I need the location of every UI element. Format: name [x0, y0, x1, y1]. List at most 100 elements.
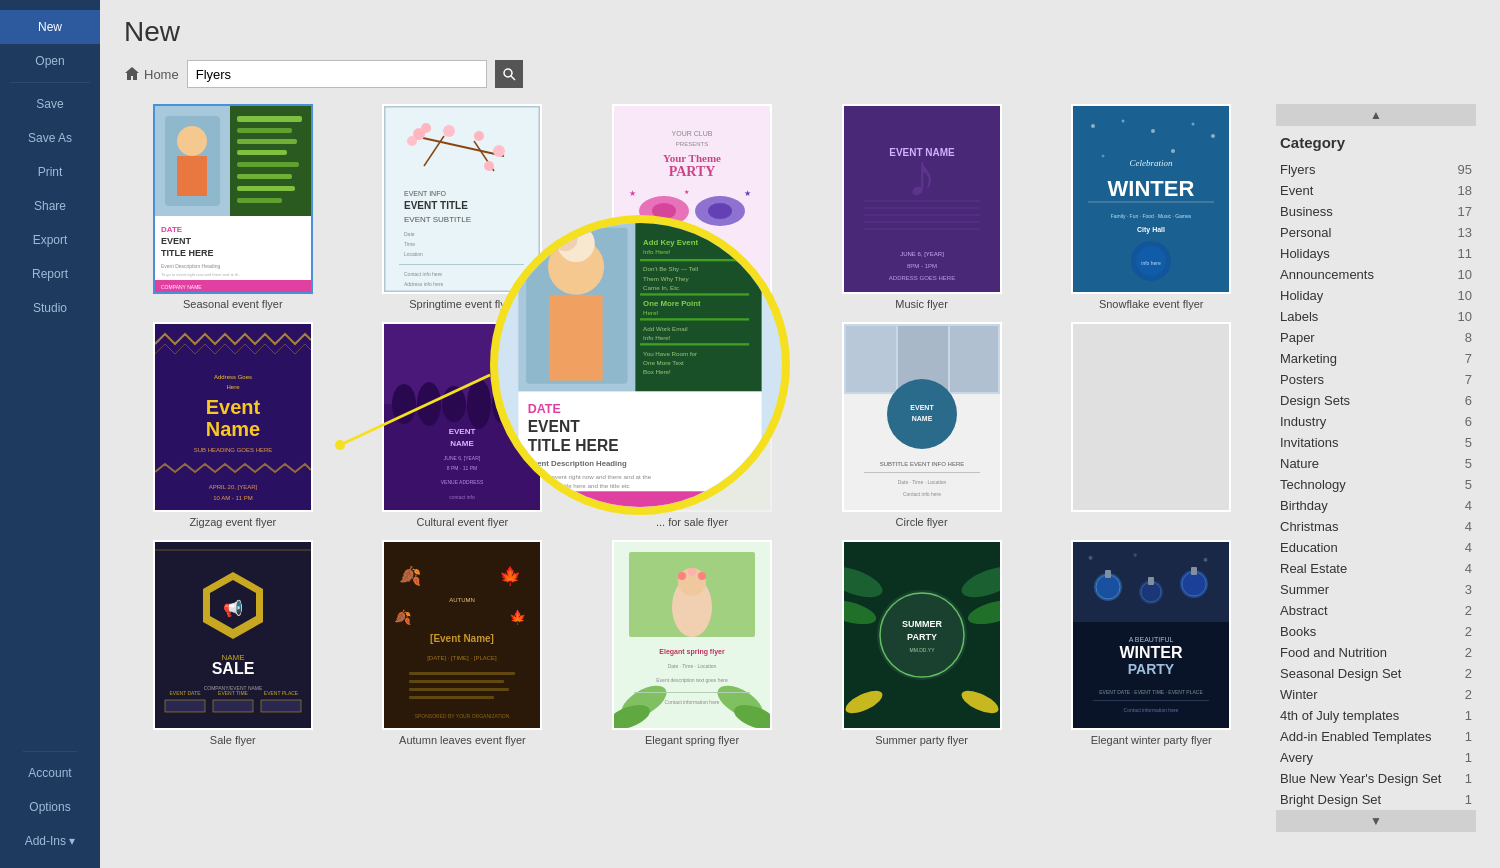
category-row[interactable]: Real Estate4 — [1276, 558, 1476, 579]
sidebar-item-studio[interactable]: Studio — [0, 291, 100, 325]
template-item-10[interactable] — [1042, 322, 1260, 528]
template-item-12[interactable]: 🍂 🍁 🍂 🍁 AUTUMN [Event Name] [DATE] · [TI… — [354, 540, 572, 746]
svg-text:DATE · TIME: DATE · TIME — [675, 241, 710, 247]
category-row[interactable]: Holidays11 — [1276, 243, 1476, 264]
category-row[interactable]: Business17 — [1276, 201, 1476, 222]
category-name: Technology — [1280, 477, 1346, 492]
sidebar-item-addins[interactable]: Add-Ins ▾ — [17, 824, 84, 858]
category-row[interactable]: Industry6 — [1276, 411, 1476, 432]
template-item-8[interactable]: LAWN MOWER FOR SALE (555) 555-1234 Item … — [583, 322, 801, 528]
template-item-1[interactable]: DATE EVENT TITLE HERE Event Description … — [124, 104, 342, 310]
category-row[interactable]: Nature5 — [1276, 453, 1476, 474]
category-row[interactable]: Invitations5 — [1276, 432, 1476, 453]
sidebar-item-new[interactable]: New — [0, 10, 100, 44]
svg-text:SUB HEADING GOES HERE: SUB HEADING GOES HERE — [193, 447, 272, 453]
template-item-5[interactable]: Celebration WINTER Family · Fun · Food ·… — [1042, 104, 1260, 310]
category-row[interactable]: Technology5 — [1276, 474, 1476, 495]
scroll-down-button[interactable]: ▼ — [1276, 810, 1476, 832]
template-thumb-11[interactable]: 📢 NAME SALE COMPANY/EVENT NAME EVENT DAT… — [153, 540, 313, 730]
template-thumb-14[interactable]: SUMMER PARTY MM.DD.YY — [842, 540, 1002, 730]
category-row[interactable]: Paper8 — [1276, 327, 1476, 348]
svg-text:NAME: NAME — [911, 415, 932, 422]
category-count: 11 — [1458, 246, 1472, 261]
template-item-15[interactable]: ❄ ❄ ❄ A BEAUTIFUL WINTER PARTY EVENT DAT… — [1042, 540, 1260, 746]
template-item-2[interactable]: EVENT INFO EVENT TITLE EVENT SUBTITLE Da… — [354, 104, 572, 310]
template-thumb-15[interactable]: ❄ ❄ ❄ A BEAUTIFUL WINTER PARTY EVENT DAT… — [1071, 540, 1231, 730]
category-name: Add-in Enabled Templates — [1280, 729, 1432, 744]
sidebar-item-options[interactable]: Options — [17, 790, 84, 824]
template-thumb-5[interactable]: Celebration WINTER Family · Fun · Food ·… — [1071, 104, 1231, 294]
category-row[interactable]: Bright Design Set1 — [1276, 789, 1476, 810]
sidebar-item-export[interactable]: Export — [0, 223, 100, 257]
template-item-14[interactable]: SUMMER PARTY MM.DD.YY Summer party flyer — [813, 540, 1031, 746]
category-row[interactable]: 4th of July templates1 — [1276, 705, 1476, 726]
category-row[interactable]: Avery1 — [1276, 747, 1476, 768]
template-label-12: Autumn leaves event flyer — [399, 734, 526, 746]
svg-text:ADDRESS · PHONE NUMBER: ADDRESS · PHONE NUMBER — [650, 253, 734, 259]
category-row[interactable]: Personal13 — [1276, 222, 1476, 243]
template-thumb-4[interactable]: ♪ EVENT NAME JUNE 6, [YEAR] 8PM - 1PM AD… — [842, 104, 1002, 294]
category-row[interactable]: Design Sets6 — [1276, 390, 1476, 411]
template-item-7[interactable]: EVENT NAME JUNE 6, [YEAR] 8 PM · 11 PM V… — [354, 322, 572, 528]
category-row[interactable]: Labels10 — [1276, 306, 1476, 327]
category-row[interactable]: Birthday4 — [1276, 495, 1476, 516]
category-row[interactable]: Summer3 — [1276, 579, 1476, 600]
search-button[interactable] — [495, 60, 523, 88]
svg-point-0 — [504, 69, 512, 77]
template-item-6[interactable]: Address Goes Here Event Name SUB HEADING… — [124, 322, 342, 528]
sidebar-item-save[interactable]: Save — [0, 87, 100, 121]
svg-text:SALE: SALE — [211, 660, 254, 677]
scroll-up-button[interactable]: ▲ — [1276, 104, 1476, 126]
category-row[interactable]: Add-in Enabled Templates1 — [1276, 726, 1476, 747]
category-row[interactable]: Posters7 — [1276, 369, 1476, 390]
svg-text:Date: Date — [404, 231, 415, 237]
sidebar-item-share[interactable]: Share — [0, 189, 100, 223]
category-row[interactable]: Food and Nutrition2 — [1276, 642, 1476, 663]
svg-rect-14 — [237, 186, 295, 191]
template-item-3[interactable]: YOUR CLUB PRESENTS Your Theme PARTY ★ ★ … — [583, 104, 801, 310]
sidebar-item-print[interactable]: Print — [0, 155, 100, 189]
category-row[interactable]: Blue New Year's Design Set1 — [1276, 768, 1476, 789]
category-row[interactable]: Flyers95 — [1276, 159, 1476, 180]
template-thumb-6[interactable]: Address Goes Here Event Name SUB HEADING… — [153, 322, 313, 512]
category-row[interactable]: Abstract2 — [1276, 600, 1476, 621]
svg-text:More details about the item: More details about the item — [662, 481, 722, 487]
right-panel: ▲ Category Flyers95Event18Business17Pers… — [1276, 104, 1476, 860]
search-input[interactable] — [187, 60, 487, 88]
svg-point-100 — [417, 382, 441, 426]
template-thumb-9[interactable]: EVENT NAME SUBTITLE EVENT INFO HERE Date… — [842, 322, 1002, 512]
category-row[interactable]: Winter2 — [1276, 684, 1476, 705]
template-thumb-8[interactable]: LAWN MOWER FOR SALE (555) 555-1234 Item … — [612, 322, 772, 512]
template-label-13: Elegant spring flyer — [645, 734, 739, 746]
category-row[interactable]: Event18 — [1276, 180, 1476, 201]
category-row[interactable]: Education4 — [1276, 537, 1476, 558]
sidebar-item-account[interactable]: Account — [17, 756, 84, 790]
template-thumb-13[interactable]: Elegant spring flyer Date · Time · Locat… — [612, 540, 772, 730]
template-item-9[interactable]: EVENT NAME SUBTITLE EVENT INFO HERE Date… — [813, 322, 1031, 528]
category-row[interactable]: Christmas4 — [1276, 516, 1476, 537]
category-row[interactable]: Marketing7 — [1276, 348, 1476, 369]
template-thumb-10[interactable] — [1071, 322, 1231, 512]
template-item-13[interactable]: Elegant spring flyer Date · Time · Locat… — [583, 540, 801, 746]
sidebar-item-saveas[interactable]: Save As — [0, 121, 100, 155]
svg-rect-158 — [409, 672, 515, 675]
category-row[interactable]: Holiday10 — [1276, 285, 1476, 306]
svg-text:10 AM - 11 PM: 10 AM - 11 PM — [213, 495, 253, 501]
template-label-15: Elegant winter party flyer — [1091, 734, 1212, 746]
template-item-11[interactable]: 📢 NAME SALE COMPANY/EVENT NAME EVENT DAT… — [124, 540, 342, 746]
category-row[interactable]: Seasonal Design Set2 — [1276, 663, 1476, 684]
home-link[interactable]: Home — [124, 66, 179, 82]
sidebar-item-open[interactable]: Open — [0, 44, 100, 78]
template-item-4[interactable]: ♪ EVENT NAME JUNE 6, [YEAR] 8PM - 1PM AD… — [813, 104, 1031, 310]
template-thumb-7[interactable]: EVENT NAME JUNE 6, [YEAR] 8 PM · 11 PM V… — [382, 322, 542, 512]
template-thumb-3[interactable]: YOUR CLUB PRESENTS Your Theme PARTY ★ ★ … — [612, 104, 772, 294]
svg-text:Celebration: Celebration — [1130, 158, 1173, 168]
template-thumb-2[interactable]: EVENT INFO EVENT TITLE EVENT SUBTITLE Da… — [382, 104, 542, 294]
sidebar-item-report[interactable]: Report — [0, 257, 100, 291]
category-name: Industry — [1280, 414, 1326, 429]
category-row[interactable]: Books2 — [1276, 621, 1476, 642]
sidebar-item-label: Add-Ins ▾ — [25, 834, 76, 848]
template-thumb-12[interactable]: 🍂 🍁 🍂 🍁 AUTUMN [Event Name] [DATE] · [TI… — [382, 540, 542, 730]
category-row[interactable]: Announcements10 — [1276, 264, 1476, 285]
template-thumb-1[interactable]: DATE EVENT TITLE HERE Event Description … — [153, 104, 313, 294]
